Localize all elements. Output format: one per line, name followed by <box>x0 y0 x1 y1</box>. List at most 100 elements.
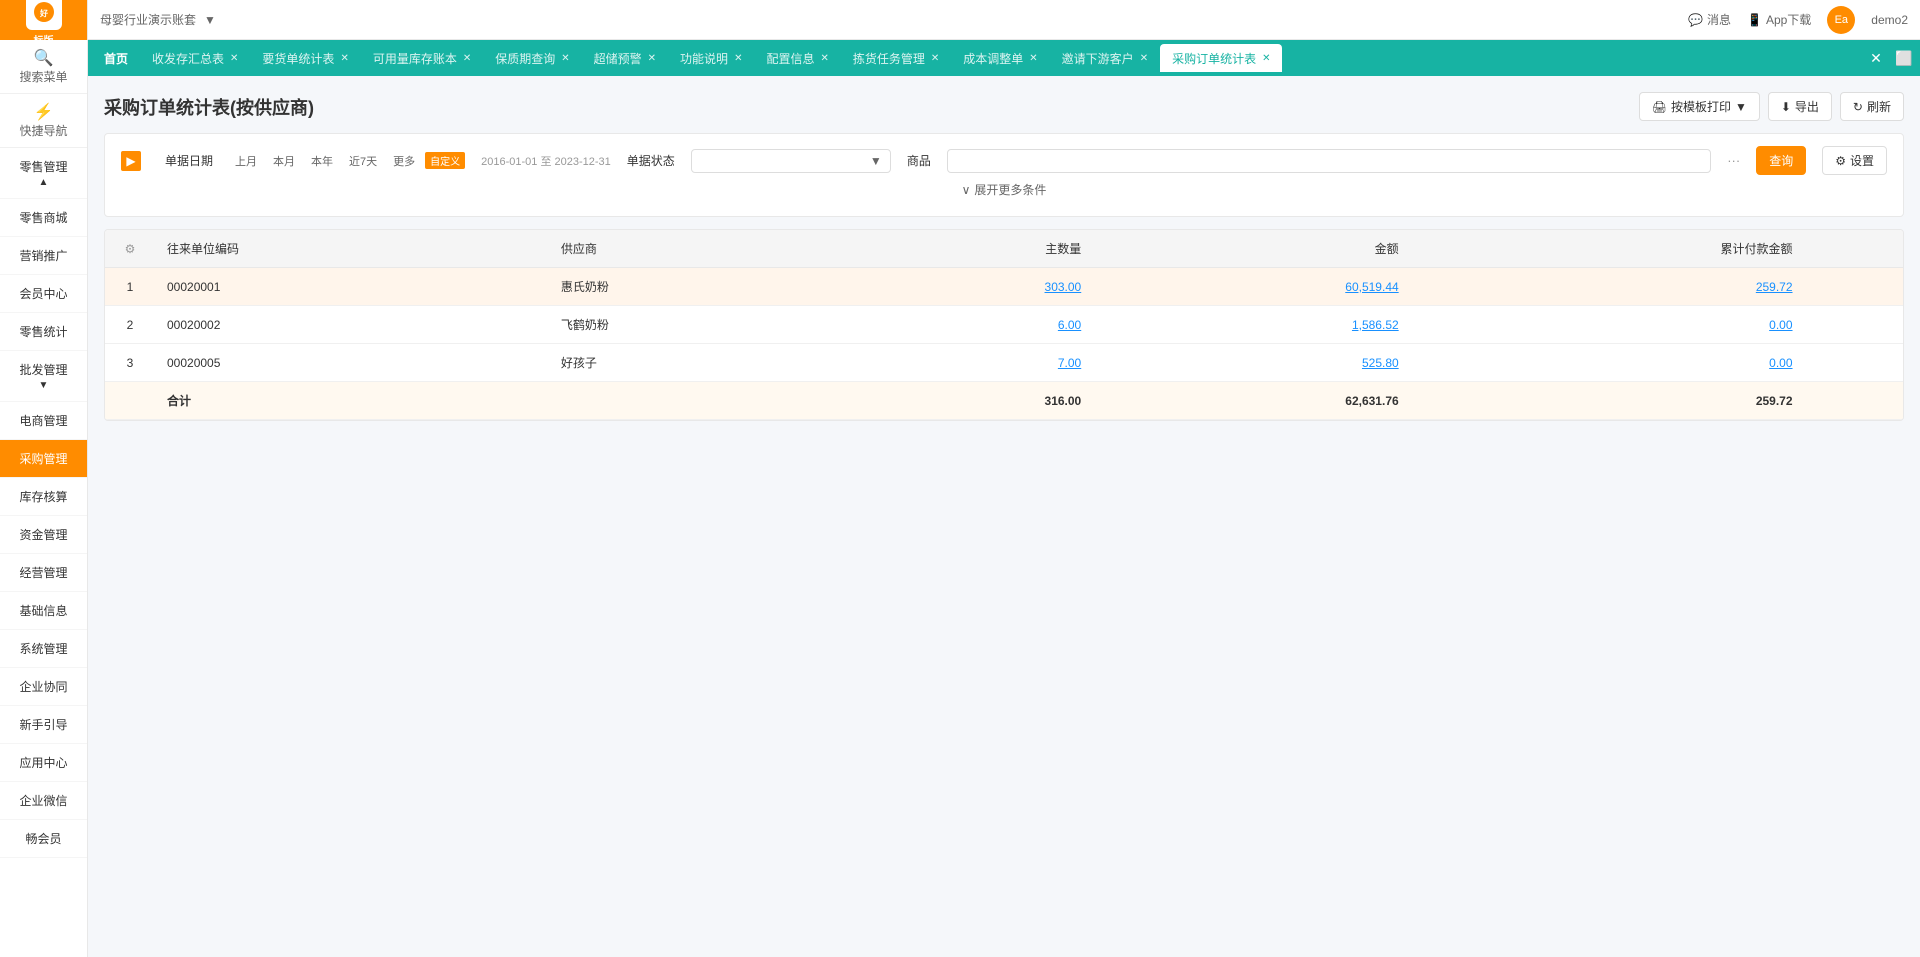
query-btn[interactable]: 查询 <box>1756 146 1806 175</box>
qty-link-2[interactable]: 6.00 <box>1058 318 1081 332</box>
expand-more-btn[interactable]: ∨ 展开更多条件 <box>121 175 1887 204</box>
query-label: 查询 <box>1769 152 1793 169</box>
tab-pzsxx[interactable]: 配置信息 ✕ <box>754 44 840 72</box>
page-header: 采购订单统计表(按供应商) 🖨 按模板打印 ▼ ⬇ 导出 ↻ 刷新 <box>104 92 1904 121</box>
tab-phrkgl[interactable]: 拣货任务管理 ✕ <box>841 44 951 72</box>
shortcut-this-year[interactable]: 本年 <box>305 151 339 171</box>
paid-link-3[interactable]: 0.00 <box>1769 356 1792 370</box>
cell-paid-3: 0.00 <box>1411 344 1805 382</box>
svg-text:好: 好 <box>39 8 48 18</box>
sidebar-item-retail-stat[interactable]: 零售统计 <box>0 313 87 351</box>
table-row[interactable]: 2 00020002 飞鹤奶粉 6.00 1,586.52 0.00 <box>105 306 1903 344</box>
sidebar-item-operations[interactable]: 经营管理 <box>0 554 87 592</box>
tab-pzsxx-close[interactable]: ✕ <box>820 53 828 64</box>
shortcut-this-month[interactable]: 本月 <box>267 151 301 171</box>
print-dropdown-icon: ▼ <box>1735 100 1747 114</box>
tab-yphtj-close[interactable]: ✕ <box>340 53 348 64</box>
cell-amount-1: 60,519.44 <box>1093 268 1410 306</box>
sidebar-item-member[interactable]: 会员中心 <box>0 275 87 313</box>
tab-ccyj[interactable]: 超储预警 ✕ <box>582 44 668 72</box>
amount-link-2[interactable]: 1,586.52 <box>1352 318 1399 332</box>
tab-phrkgl-label: 拣货任务管理 <box>853 50 925 67</box>
tab-cgddtj[interactable]: 采购订单统计表 ✕ <box>1160 44 1282 72</box>
sidebar-search[interactable]: 🔍 搜索菜单 <box>0 40 87 94</box>
qty-link-3[interactable]: 7.00 <box>1058 356 1081 370</box>
shortcut-last-month[interactable]: 上月 <box>229 151 263 171</box>
product-more-icon[interactable]: ··· <box>1727 153 1740 168</box>
product-input[interactable] <box>947 149 1711 173</box>
tab-sfd-close[interactable]: ✕ <box>230 53 238 64</box>
sidebar-item-inventory[interactable]: 库存核算 <box>0 478 87 516</box>
tab-ccyj-close[interactable]: ✕ <box>648 53 656 64</box>
tab-kylkzb-close[interactable]: ✕ <box>463 53 471 64</box>
avatar[interactable]: Ea <box>1827 6 1855 34</box>
qty-link-1[interactable]: 303.00 <box>1045 280 1082 294</box>
tab-cbtz-close[interactable]: ✕ <box>1029 53 1037 64</box>
amount-link-3[interactable]: 525.80 <box>1362 356 1399 370</box>
sidebar-item-member2[interactable]: 畅会员 <box>0 820 87 858</box>
tab-sfd[interactable]: 收发存汇总表 ✕ <box>140 44 250 72</box>
col-extra <box>1805 230 1903 268</box>
sidebar-item-purchase[interactable]: 采购管理 <box>0 440 87 478</box>
print-btn[interactable]: 🖨 按模板打印 ▼ <box>1639 92 1760 121</box>
table-settings-icon[interactable]: ⚙ <box>125 242 136 256</box>
sidebar-item-newguide-label: 新手引导 <box>19 716 67 733</box>
sidebar-item-marketing[interactable]: 营销推广 <box>0 237 87 275</box>
sidebar-item-finance[interactable]: 资金管理 <box>0 516 87 554</box>
tab-cgddtj-close[interactable]: ✕ <box>1262 53 1270 64</box>
col-qty: 主数量 <box>844 230 1093 268</box>
cell-qty-2: 6.00 <box>844 306 1093 344</box>
sidebar-item-retail-shop[interactable]: 零售商城 <box>0 199 87 237</box>
cell-index-3: 3 <box>105 344 155 382</box>
sidebar-item-newguide[interactable]: 新手引导 <box>0 706 87 744</box>
sidebar-item-collab[interactable]: 企业协同 <box>0 668 87 706</box>
sidebar-item-basic[interactable]: 基础信息 <box>0 592 87 630</box>
date-filter-label: 单据日期 <box>165 152 213 169</box>
tab-yphtj[interactable]: 要货单统计表 ✕ <box>250 44 360 72</box>
col-amount: 金额 <box>1093 230 1410 268</box>
tab-restore-btn[interactable]: ⬜ <box>1892 46 1916 70</box>
export-btn[interactable]: ⬇ 导出 <box>1768 92 1832 121</box>
tab-bxqcx-label: 保质期查询 <box>495 50 555 67</box>
cell-amount-3: 525.80 <box>1093 344 1410 382</box>
tab-bxqcx[interactable]: 保质期查询 ✕ <box>483 44 581 72</box>
paid-link-1[interactable]: 259.72 <box>1756 280 1793 294</box>
sidebar-item-ecommerce[interactable]: 电商管理 <box>0 402 87 440</box>
sidebar-quicknav[interactable]: ⚡ 快捷导航 <box>0 94 87 148</box>
refresh-btn[interactable]: ↻ 刷新 <box>1840 92 1904 121</box>
tab-yqxygk[interactable]: 邀请下游客户 ✕ <box>1050 44 1160 72</box>
sidebar-item-purchase-label: 采购管理 <box>19 450 67 467</box>
tab-bar: 首页 收发存汇总表 ✕ 要货单统计表 ✕ 可用量库存账本 ✕ 保质期查询 ✕ 超… <box>88 40 1920 76</box>
sidebar-item-collab-label: 企业协同 <box>19 678 67 695</box>
settings-btn[interactable]: ⚙ 设置 <box>1822 146 1887 175</box>
app-download-btn[interactable]: 📱 App下载 <box>1747 11 1811 28</box>
tab-kylkzb[interactable]: 可用量库存账本 ✕ <box>361 44 483 72</box>
tab-home[interactable]: 首页 <box>92 44 140 72</box>
sidebar-item-wholesale[interactable]: 批发管理 ▼ <box>0 351 87 402</box>
tab-gnms[interactable]: 功能说明 ✕ <box>668 44 754 72</box>
sidebar-item-system[interactable]: 系统管理 <box>0 630 87 668</box>
workspace-dropdown-icon[interactable]: ▼ <box>204 13 216 27</box>
amount-link-1[interactable]: 60,519.44 <box>1345 280 1398 294</box>
tab-yqxygk-close[interactable]: ✕ <box>1140 53 1148 64</box>
table-row[interactable]: 3 00020005 好孩子 7.00 525.80 0.00 <box>105 344 1903 382</box>
sidebar-item-retail-label: 零售管理 <box>19 158 67 175</box>
shortcut-more[interactable]: 更多 <box>387 151 421 171</box>
paid-link-2[interactable]: 0.00 <box>1769 318 1792 332</box>
collapse-btn[interactable]: ▶ <box>121 151 141 171</box>
tab-close-all-btn[interactable]: ✕ <box>1864 46 1888 70</box>
sidebar-item-operations-label: 经营管理 <box>19 564 67 581</box>
tab-gnms-close[interactable]: ✕ <box>734 53 742 64</box>
tab-cbtz[interactable]: 成本调整单 ✕ <box>951 44 1049 72</box>
message-btn[interactable]: 💬 消息 <box>1688 11 1731 28</box>
shortcut-7days[interactable]: 近7天 <box>343 151 383 171</box>
sidebar-item-retail[interactable]: 零售管理 ▲ <box>0 148 87 199</box>
status-select[interactable]: ▼ <box>691 149 891 173</box>
table-row[interactable]: 1 00020001 惠氏奶粉 303.00 60,519.44 259.72 <box>105 268 1903 306</box>
status-select-arrow: ▼ <box>870 154 882 168</box>
tab-phrkgl-close[interactable]: ✕ <box>931 53 939 64</box>
sidebar-item-appcenter[interactable]: 应用中心 <box>0 744 87 782</box>
tab-bxqcx-close[interactable]: ✕ <box>561 53 569 64</box>
tab-cbtz-label: 成本调整单 <box>963 50 1023 67</box>
sidebar-item-corpwechat[interactable]: 企业微信 <box>0 782 87 820</box>
